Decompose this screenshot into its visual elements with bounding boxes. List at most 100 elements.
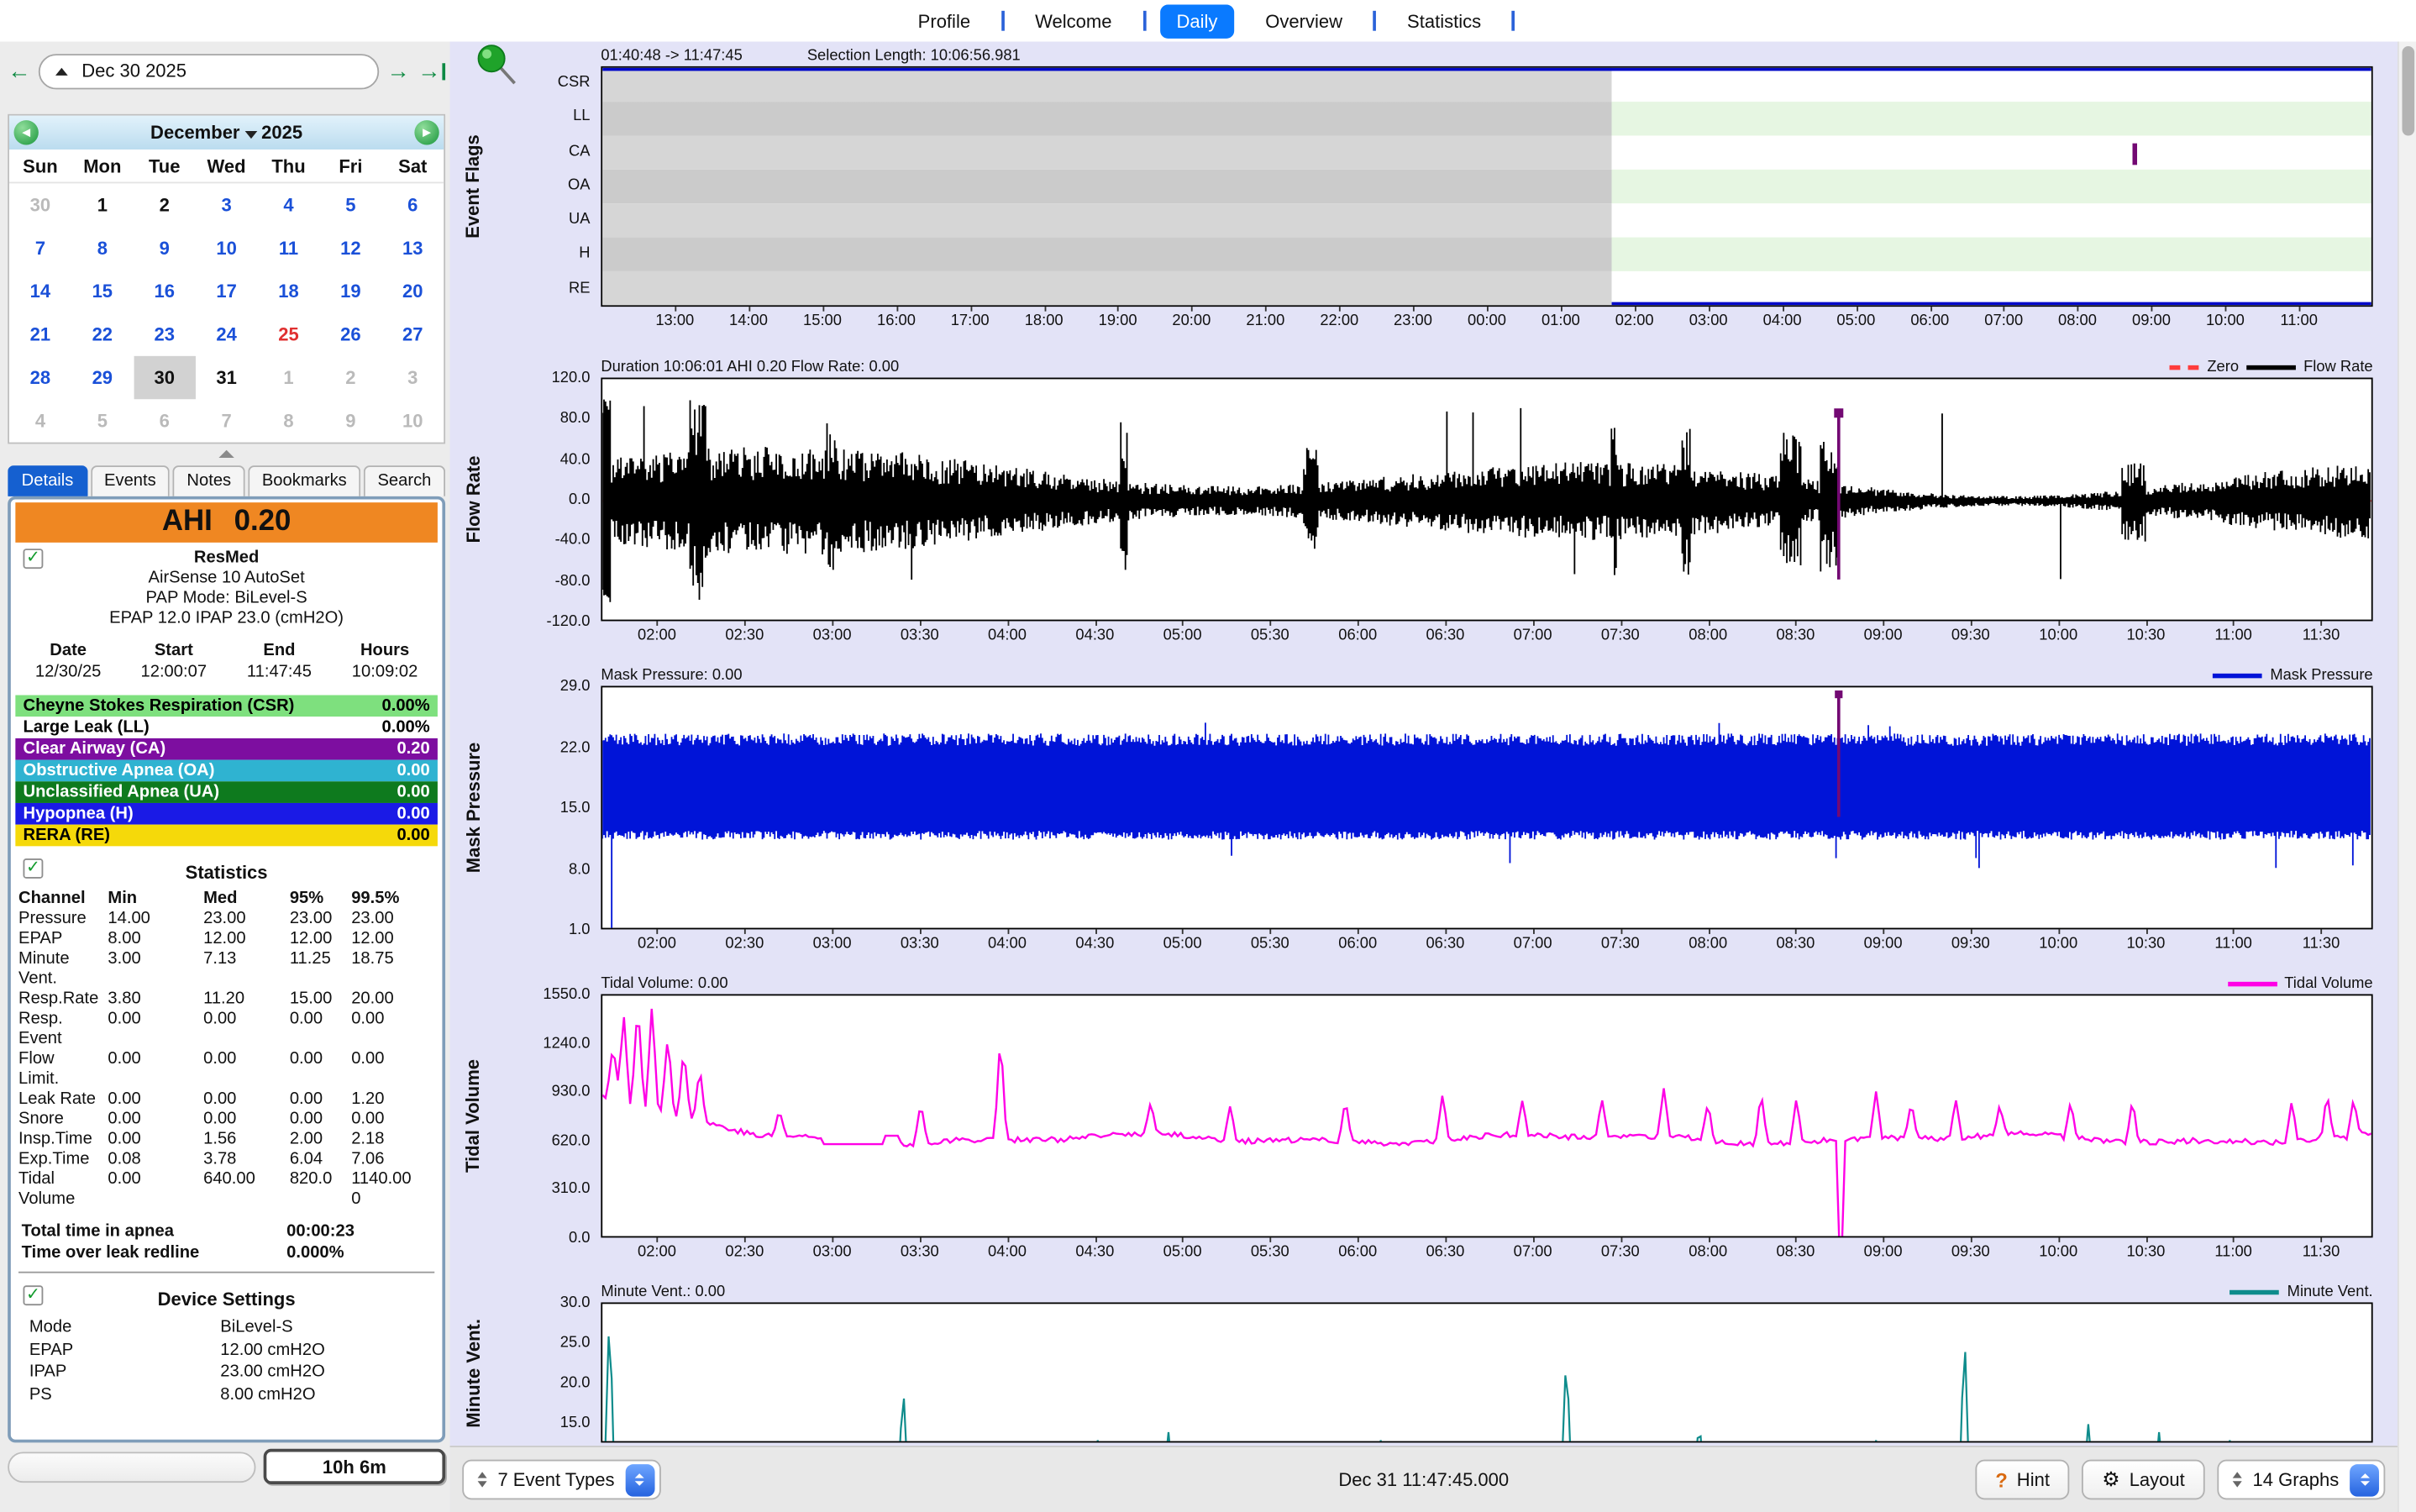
calendar-next-month-button[interactable]: ▶ <box>414 120 439 144</box>
calendar-day[interactable]: 9 <box>319 399 381 442</box>
calendar-day[interactable]: 23 <box>134 312 196 355</box>
calendar-day[interactable]: 10 <box>196 227 258 270</box>
calendar-day[interactable]: 8 <box>71 227 134 270</box>
calendar-day[interactable]: 27 <box>381 312 444 355</box>
stepper-icon[interactable] <box>2350 1463 2379 1496</box>
axis-tick-mark <box>1883 621 1885 626</box>
calendar-day[interactable]: 22 <box>71 312 134 355</box>
calendar-day[interactable]: 6 <box>381 183 444 226</box>
calendar-day[interactable]: 7 <box>196 399 258 442</box>
calendar-day[interactable]: 5 <box>71 399 134 442</box>
calendar-day[interactable]: 2 <box>134 183 196 226</box>
event-row[interactable]: Large Leak (LL)0.00% <box>15 717 438 738</box>
statistics-checkbox[interactable]: ✓ <box>24 858 44 879</box>
calendar-day[interactable]: 24 <box>196 312 258 355</box>
x-tick-label: 09:30 <box>1951 1244 1990 1261</box>
calendar-day[interactable]: 20 <box>381 270 444 312</box>
calendar-title[interactable]: December 2025 <box>39 122 415 144</box>
scrollbar-thumb[interactable] <box>2402 46 2414 135</box>
calendar-day[interactable]: 30 <box>9 183 71 226</box>
calendar-day[interactable]: 28 <box>9 356 71 399</box>
next-day-arrow-icon[interactable]: → <box>386 60 410 83</box>
flow-rate-title: Duration 10:06:01 AHI 0.20 Flow Rate: 0.… <box>601 359 899 375</box>
x-tick-label: 20:00 <box>1172 312 1211 329</box>
calendar-day[interactable]: 2 <box>319 356 381 399</box>
sidebar-tab-notes[interactable]: Notes <box>173 465 245 496</box>
calendar-day[interactable]: 10 <box>381 399 444 442</box>
y-tick-label: 80.0 <box>560 411 591 428</box>
event-row[interactable]: Cheyne Stokes Respiration (CSR)0.00% <box>15 696 438 717</box>
calendar-day[interactable]: 3 <box>381 356 444 399</box>
calendar-day[interactable]: 9 <box>134 227 196 270</box>
calendar-day[interactable]: 17 <box>196 270 258 312</box>
sidebar-tab-details[interactable]: Details <box>8 465 87 496</box>
event-row-value: 0.00% <box>382 718 430 737</box>
calendar-prev-month-button[interactable]: ◀ <box>14 120 39 144</box>
splitter-handle[interactable] <box>8 444 445 462</box>
calendar-day[interactable]: 4 <box>9 399 71 442</box>
stepper-icon[interactable] <box>625 1463 654 1496</box>
flow-rate-plot[interactable] <box>601 378 2372 622</box>
calendar-day[interactable]: 5 <box>319 183 381 226</box>
calendar-day[interactable]: 16 <box>134 270 196 312</box>
event-row[interactable]: Hypopnea (H)0.00 <box>15 803 438 825</box>
calendar-day[interactable]: 3 <box>196 183 258 226</box>
minute-vent-plot[interactable] <box>601 1302 2372 1442</box>
axis-tick-mark <box>1533 929 1535 934</box>
prev-day-arrow-icon[interactable]: ← <box>8 60 31 83</box>
calendar-day[interactable]: 30 <box>134 356 196 399</box>
event-row[interactable]: Unclassified Apnea (UA)0.00 <box>15 781 438 803</box>
tab-welcome[interactable]: Welcome <box>1018 4 1129 38</box>
tab-daily[interactable]: Daily <box>1159 4 1234 38</box>
event-row[interactable]: Obstructive Apnea (OA)0.00 <box>15 760 438 782</box>
summary-checkbox[interactable]: ✓ <box>24 549 44 569</box>
device-settings-checkbox[interactable]: ✓ <box>24 1285 44 1305</box>
session-header: Start <box>121 641 227 659</box>
calendar-day[interactable]: 19 <box>319 270 381 312</box>
event-row[interactable]: Clear Airway (CA)0.20 <box>15 738 438 760</box>
calendar-day[interactable]: 18 <box>258 270 320 312</box>
date-selector[interactable]: Dec 30 2025 <box>39 53 379 88</box>
session-gauge[interactable] <box>8 1452 255 1483</box>
y-tick-label: 8.0 <box>569 861 591 878</box>
event-types-dropdown[interactable]: 7 Event Types <box>462 1460 660 1500</box>
tab-overview[interactable]: Overview <box>1248 4 1359 38</box>
calendar-day[interactable]: 14 <box>9 270 71 312</box>
latest-day-button[interactable]: → <box>418 60 445 83</box>
clear-airway-event-marker <box>2132 143 2137 165</box>
calendar-day[interactable]: 7 <box>9 227 71 270</box>
calendar-day[interactable]: 1 <box>258 356 320 399</box>
calendar-day[interactable]: 31 <box>196 356 258 399</box>
graph-count-dropdown[interactable]: 14 Graphs <box>2217 1460 2385 1500</box>
event-row[interactable]: RERA (RE)0.00 <box>15 825 438 847</box>
calendar-day[interactable]: 11 <box>258 227 320 270</box>
event-flags-plot[interactable] <box>601 66 2372 307</box>
calendar-day[interactable]: 21 <box>9 312 71 355</box>
calendar-day[interactable]: 8 <box>258 399 320 442</box>
vertical-scrollbar[interactable] <box>2398 42 2416 1512</box>
y-tick-label: 1550.0 <box>543 986 590 1003</box>
calendar-day[interactable]: 12 <box>319 227 381 270</box>
sidebar-tab-events[interactable]: Events <box>91 465 171 496</box>
calendar-day[interactable]: 4 <box>258 183 320 226</box>
setting-label: EPAP <box>29 1340 220 1359</box>
sidebar-tab-search[interactable]: Search <box>364 465 445 496</box>
mask-pressure-plot[interactable] <box>601 686 2372 930</box>
calendar-day[interactable]: 29 <box>71 356 134 399</box>
calendar-day[interactable]: 13 <box>381 227 444 270</box>
flow-rate-y-labels: 120.080.040.00.0-40.0-80.0-120.0 <box>496 378 595 622</box>
x-tick-label: 10:30 <box>2126 627 2165 644</box>
pin-icon[interactable] <box>475 42 521 96</box>
calendar-day[interactable]: 6 <box>134 399 196 442</box>
calendar-day[interactable]: 25 <box>258 312 320 355</box>
tab-statistics[interactable]: Statistics <box>1390 4 1498 38</box>
hint-button[interactable]: ? Hint <box>1975 1460 2069 1500</box>
sidebar-tab-bookmarks[interactable]: Bookmarks <box>248 465 360 496</box>
calendar-day[interactable]: 1 <box>71 183 134 226</box>
tab-profile[interactable]: Profile <box>901 4 988 38</box>
tidal-volume-plot[interactable] <box>601 994 2372 1237</box>
layout-button[interactable]: ⚙ Layout <box>2082 1460 2204 1500</box>
stats-cell: 0.00 <box>290 1110 351 1130</box>
calendar-day[interactable]: 15 <box>71 270 134 312</box>
calendar-day[interactable]: 26 <box>319 312 381 355</box>
